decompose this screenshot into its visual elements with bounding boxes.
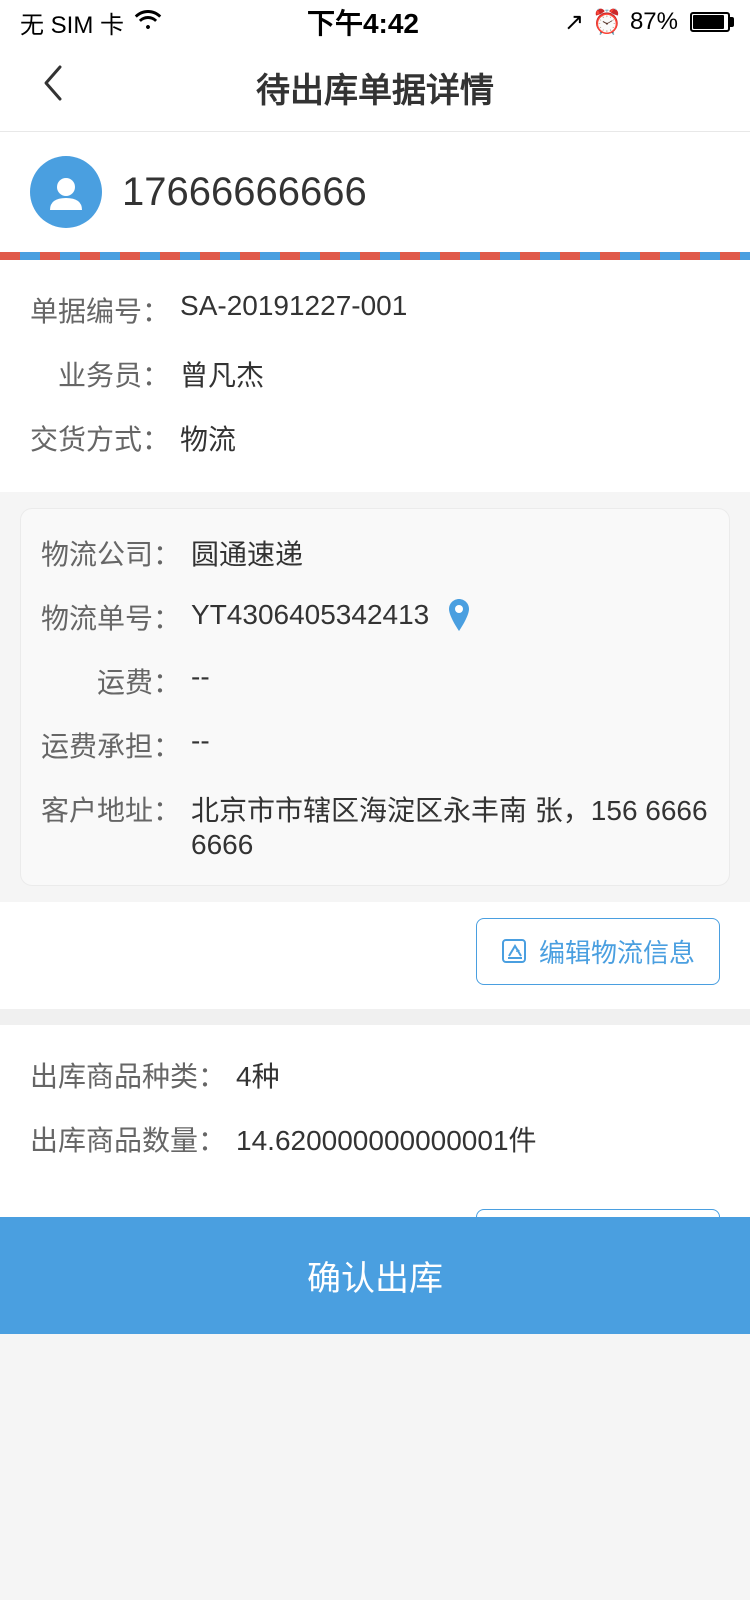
alarm-status-icon: ⏰ [592, 8, 622, 37]
goods-types-value: 4种 [236, 1055, 280, 1095]
avatar [30, 156, 102, 228]
logistics-company-row: 物流公司： 圆通速递 [41, 533, 709, 573]
battery-icon [690, 12, 730, 32]
address-label: 客户地址： [41, 789, 181, 829]
goods-quantity-value: 14.620000000000001件 [236, 1119, 537, 1159]
goods-types-label: 出库商品种类： [30, 1055, 226, 1095]
back-button[interactable] [30, 53, 74, 122]
logistics-card: 物流公司： 圆通速递 物流单号： YT4306405342413 运费： -- … [20, 508, 730, 886]
logistics-company-value: 圆通速递 [191, 533, 709, 573]
delivery-method-row: 交货方式： 物流 [30, 418, 720, 458]
order-number-label: 单据编号： [30, 290, 170, 330]
nav-bar: 待出库单据详情 [0, 44, 750, 132]
tracking-label: 物流单号： [41, 597, 181, 637]
salesman-row: 业务员： 曾凡杰 [30, 354, 720, 394]
freight-label: 运费： [41, 661, 181, 701]
customer-phone: 17666666666 [122, 170, 367, 215]
salesman-value: 曾凡杰 [180, 354, 720, 394]
edit-logistics-label: 编辑物流信息 [539, 933, 695, 970]
carrier-text: 无 SIM 卡 [20, 5, 124, 40]
freight-bearer-value: -- [191, 725, 709, 757]
map-pin-icon[interactable] [441, 597, 477, 633]
freight-value: -- [191, 661, 709, 693]
edit-logistics-button[interactable]: 编辑物流信息 [476, 918, 720, 985]
order-info-section: 单据编号： SA-20191227-001 业务员： 曾凡杰 交货方式： 物流 [0, 260, 750, 492]
goods-quantity-label: 出库商品数量： [30, 1119, 226, 1159]
goods-section: 出库商品种类： 4种 出库商品数量： 14.620000000000001件 [0, 1025, 750, 1193]
order-number-row: 单据编号： SA-20191227-001 [30, 290, 720, 330]
tracking-value: YT4306405342413 [191, 597, 709, 633]
logistics-company-label: 物流公司： [41, 533, 181, 573]
address-value: 北京市市辖区海淀区永丰南 张，156 6666 6666 [191, 789, 709, 861]
freight-row: 运费： -- [41, 661, 709, 701]
wifi-icon [134, 8, 162, 36]
status-right: ↗ ⏰ 87% [564, 8, 730, 37]
confirm-bar: 确认出库 [0, 1217, 750, 1334]
delivery-method-value: 物流 [180, 418, 720, 458]
edit-logistics-area: 编辑物流信息 [0, 902, 750, 1009]
salesman-label: 业务员： [30, 354, 170, 394]
page-title: 待出库单据详情 [256, 63, 494, 112]
status-bar: 无 SIM 卡 下午4:42 ↗ ⏰ 87% [0, 0, 750, 44]
status-left: 无 SIM 卡 [20, 5, 162, 40]
freight-bearer-label: 运费承担： [41, 725, 181, 765]
main-content: 17666666666 单据编号： SA-20191227-001 业务员： 曾… [0, 132, 750, 1600]
battery-text: 87% [630, 8, 678, 36]
confirm-button[interactable]: 确认出库 [30, 1241, 720, 1310]
goods-quantity-row: 出库商品数量： 14.620000000000001件 [30, 1119, 720, 1159]
address-row: 客户地址： 北京市市辖区海淀区永丰南 张，156 6666 6666 [41, 789, 709, 861]
section-separator [0, 1009, 750, 1025]
edit-icon [501, 938, 529, 966]
location-status-icon: ↗ [564, 8, 584, 37]
delivery-method-label: 交货方式： [30, 418, 170, 458]
dashed-divider [0, 252, 750, 260]
goods-types-row: 出库商品种类： 4种 [30, 1055, 720, 1095]
freight-bearer-row: 运费承担： -- [41, 725, 709, 765]
status-time: 下午4:42 [307, 2, 419, 42]
tracking-row: 物流单号： YT4306405342413 [41, 597, 709, 637]
order-number-value: SA-20191227-001 [180, 290, 720, 322]
customer-header: 17666666666 [0, 132, 750, 252]
